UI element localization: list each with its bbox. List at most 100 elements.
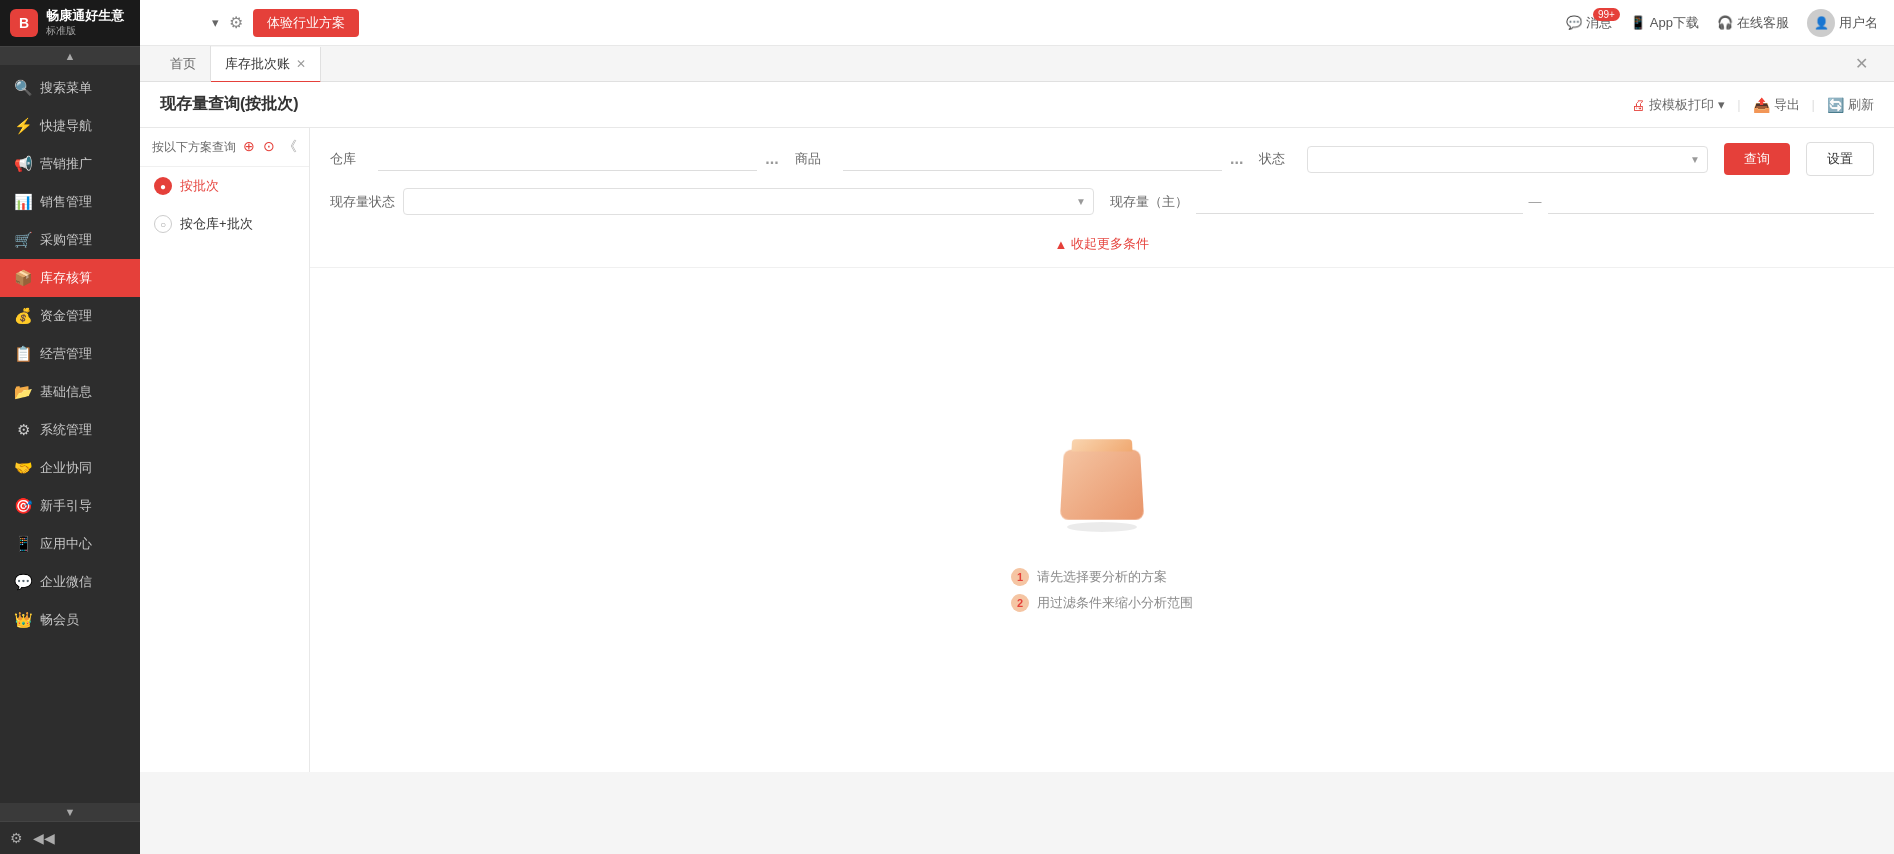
tab-inventory-batch[interactable]: 库存批次账 ✕ <box>211 47 321 83</box>
inventory-icon: 📦 <box>14 269 32 287</box>
scheme-item-by-warehouse-batch[interactable]: ○ 按仓库+批次 <box>140 205 309 243</box>
tab-home[interactable]: 首页 <box>156 46 211 82</box>
app-download-label: App下载 <box>1650 14 1699 32</box>
sidebar-item-new-guide[interactable]: 🎯 新手引导 <box>0 487 140 525</box>
empty-hint-2: 2 用过滤条件来缩小分析范围 <box>1011 594 1193 612</box>
enterprise-icon: 🤝 <box>14 459 32 477</box>
sidebar-item-system[interactable]: ⚙ 系统管理 <box>0 411 140 449</box>
inventory-status-select-wrap: 全部 有库存 无库存 ▼ <box>403 188 1094 215</box>
print-button[interactable]: 🖨 按模板打印 ▾ <box>1631 96 1725 114</box>
sidebar-item-label: 企业协同 <box>40 459 92 477</box>
status-select-wrap: 全部 启用 停用 ▼ <box>1307 146 1708 173</box>
quick-nav-icon: ⚡ <box>14 117 32 135</box>
app-name: 畅康通好生意 <box>46 8 124 24</box>
message-button[interactable]: 💬 消息 99+ <box>1566 14 1612 32</box>
sidebar-item-label: 新手引导 <box>40 497 92 515</box>
sidebar-item-quick-nav[interactable]: ⚡ 快捷导航 <box>0 107 140 145</box>
inventory-quantity-to[interactable] <box>1548 190 1875 214</box>
trial-industry-button[interactable]: 体验行业方案 <box>253 9 359 37</box>
empty-state: 1 请先选择要分析的方案 2 用过滤条件来缩小分析范围 <box>310 268 1894 772</box>
inventory-quantity-field: 现存量（主） — <box>1110 190 1874 214</box>
export-icon: 📤 <box>1753 97 1770 113</box>
page-header: 现存量查询(按批次) 🖨 按模板打印 ▾ | 📤 导出 | 🔄 刷新 <box>140 82 1894 128</box>
tab-home-label: 首页 <box>170 55 196 73</box>
app-subtitle: 标准版 <box>46 24 124 38</box>
inventory-status-select[interactable]: 全部 有库存 无库存 <box>403 188 1094 215</box>
settings-scheme-icon[interactable]: ⊙ <box>263 138 275 156</box>
topbar-dropdown[interactable]: ▾ <box>156 14 219 32</box>
sidebar-item-enterprise[interactable]: 🤝 企业协同 <box>0 449 140 487</box>
sidebar-item-marketing[interactable]: 📢 营销推广 <box>0 145 140 183</box>
inventory-status-label: 现存量状态 <box>330 193 395 211</box>
sidebar-item-operations[interactable]: 📋 经营管理 <box>0 335 140 373</box>
sidebar-item-enterprise-wechat[interactable]: 💬 企业微信 <box>0 563 140 601</box>
topbar-gear-icon[interactable]: ⚙ <box>229 13 243 32</box>
query-button[interactable]: 查询 <box>1724 143 1790 175</box>
online-service-button[interactable]: 🎧 在线客服 <box>1717 14 1789 32</box>
export-button[interactable]: 📤 导出 <box>1753 96 1800 114</box>
hint-text-1: 请先选择要分析的方案 <box>1037 568 1167 586</box>
sidebar-item-finance[interactable]: 💰 资金管理 <box>0 297 140 335</box>
product-field: 商品 ... <box>795 147 1244 171</box>
left-panel-title: 按以下方案查询 <box>152 139 236 156</box>
topbar-left: ▾ ⚙ 体验行业方案 <box>156 9 359 37</box>
add-scheme-icon[interactable]: ⊕ <box>243 138 255 156</box>
filter-collapse-button[interactable]: ▲ 收起更多条件 <box>330 227 1874 253</box>
sidebar-item-basic-info[interactable]: 📂 基础信息 <box>0 373 140 411</box>
topbar: ▾ ⚙ 体验行业方案 💬 消息 99+ 📱 App下载 🎧 在线客服 👤 用户名 <box>140 0 1894 46</box>
search-icon: 🔍 <box>14 79 32 97</box>
empty-box-graphic <box>1060 450 1144 520</box>
user-avatar-button[interactable]: 👤 用户名 <box>1807 9 1878 37</box>
tab-close-icon[interactable]: ✕ <box>296 57 306 71</box>
tab-panel-close-button[interactable]: ✕ <box>1845 54 1878 73</box>
online-service-icon: 🎧 <box>1717 15 1733 30</box>
print-label: 按模板打印 <box>1649 96 1714 114</box>
empty-illustration <box>1042 428 1162 548</box>
status-field: 状态 全部 启用 停用 ▼ <box>1259 146 1708 173</box>
new-guide-icon: 🎯 <box>14 497 32 515</box>
online-service-label: 在线客服 <box>1737 14 1789 32</box>
inventory-status-field: 现存量状态 全部 有库存 无库存 ▼ <box>330 188 1094 215</box>
settings-footer-icon[interactable]: ⚙ <box>10 830 23 846</box>
filter-row-1: 仓库 ... 商品 ... 状态 <box>330 142 1874 176</box>
sidebar-item-sales[interactable]: 📊 销售管理 <box>0 183 140 221</box>
topbar-right: 💬 消息 99+ 📱 App下载 🎧 在线客服 👤 用户名 <box>1566 9 1878 37</box>
vip-icon: 👑 <box>14 611 32 629</box>
settings-button[interactable]: 设置 <box>1806 142 1874 176</box>
divider-1: | <box>1737 97 1740 112</box>
scheme-label: 按仓库+批次 <box>180 215 253 233</box>
product-input[interactable] <box>843 147 1222 171</box>
sidebar-footer: ⚙ ◀◀ <box>0 821 140 854</box>
sales-icon: 📊 <box>14 193 32 211</box>
inventory-quantity-from[interactable] <box>1196 190 1523 214</box>
sidebar-scroll-down[interactable]: ▼ <box>0 803 140 821</box>
warehouse-more-icon[interactable]: ... <box>765 150 778 168</box>
refresh-label: 刷新 <box>1848 96 1874 114</box>
user-name: 用户名 <box>1839 14 1878 32</box>
sidebar-item-label: 搜索菜单 <box>40 79 92 97</box>
message-icon: 💬 <box>1566 15 1582 30</box>
inventory-quantity-range: — <box>1196 190 1874 214</box>
sidebar-scroll-up[interactable]: ▲ <box>0 47 140 65</box>
sidebar-item-label: 应用中心 <box>40 535 92 553</box>
sidebar-item-label: 营销推广 <box>40 155 92 173</box>
app-download-button[interactable]: 📱 App下载 <box>1630 14 1699 32</box>
status-select[interactable]: 全部 启用 停用 <box>1307 146 1708 173</box>
message-badge: 99+ <box>1593 8 1620 21</box>
sidebar-item-app-center[interactable]: 📱 应用中心 <box>0 525 140 563</box>
sidebar-item-vip[interactable]: 👑 畅会员 <box>0 601 140 639</box>
product-more-icon[interactable]: ... <box>1230 150 1243 168</box>
sidebar-item-purchase[interactable]: 🛒 采购管理 <box>0 221 140 259</box>
main-layout: 按以下方案查询 ⊕ ⊙ 《 ● 按批次 ○ 按仓库+批次 <box>140 128 1894 772</box>
collapse-sidebar-icon[interactable]: ◀◀ <box>33 830 55 846</box>
basic-info-icon: 📂 <box>14 383 32 401</box>
sidebar: B 畅康通好生意 标准版 ▲ 🔍 搜索菜单 ⚡ 快捷导航 📢 营销推广 📊 销售… <box>0 0 140 854</box>
app-download-icon: 📱 <box>1630 15 1646 30</box>
refresh-button[interactable]: 🔄 刷新 <box>1827 96 1874 114</box>
sidebar-item-search-menu[interactable]: 🔍 搜索菜单 <box>0 69 140 107</box>
sidebar-item-inventory[interactable]: 📦 库存核算 <box>0 259 140 297</box>
collapse-panel-icon[interactable]: 《 <box>283 138 297 156</box>
print-dropdown-icon: ▾ <box>1718 97 1725 112</box>
scheme-item-by-batch[interactable]: ● 按批次 <box>140 167 309 205</box>
warehouse-input[interactable] <box>378 147 757 171</box>
